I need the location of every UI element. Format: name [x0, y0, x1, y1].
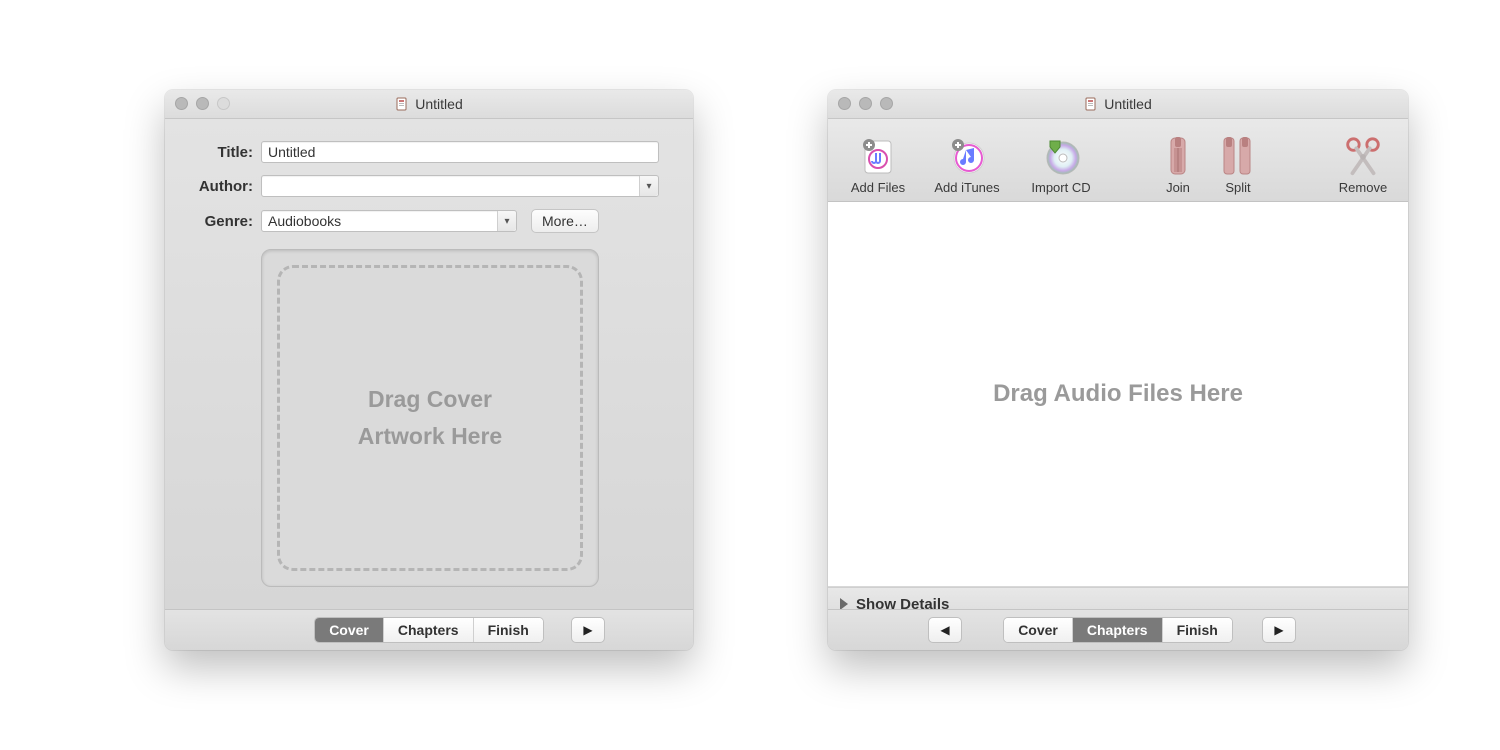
import-cd-icon: [1039, 134, 1083, 178]
genre-label: Genre:: [165, 213, 253, 230]
window-title: Untitled: [1104, 96, 1151, 112]
split-button[interactable]: Split: [1208, 134, 1268, 195]
add-itunes-icon: [945, 134, 989, 178]
toolbar: Add Files Add iTunes: [828, 119, 1408, 202]
next-button[interactable]: ▶: [1262, 617, 1296, 643]
tab-chapters[interactable]: Chapters: [384, 618, 474, 642]
audio-files-dropzone[interactable]: Drag Audio Files Here: [828, 202, 1408, 587]
next-button[interactable]: ▶: [571, 617, 605, 643]
step-tabs: Cover Chapters Finish: [1003, 617, 1233, 643]
tab-finish[interactable]: Finish: [474, 618, 543, 642]
toolbar-label: Add iTunes: [934, 180, 999, 195]
minimize-icon[interactable]: [859, 97, 872, 110]
document-icon: [395, 97, 409, 111]
cover-artwork-dropzone[interactable]: Drag Cover Artwork Here: [261, 249, 599, 587]
close-icon[interactable]: [175, 97, 188, 110]
import-cd-button[interactable]: Import CD: [1014, 134, 1108, 195]
step-tabs: Cover Chapters Finish: [314, 617, 544, 643]
remove-button[interactable]: Remove: [1326, 134, 1400, 195]
audiobook-cover-window: Untitled Title: Author: ▾ Genre: ▾: [165, 90, 693, 650]
author-field[interactable]: [261, 175, 659, 197]
cover-artwork-prompt: Drag Cover Artwork Here: [277, 265, 583, 571]
zoom-icon[interactable]: [880, 97, 893, 110]
window-title: Untitled: [415, 96, 462, 112]
join-icon: [1156, 134, 1200, 178]
audio-drop-prompt: Drag Audio Files Here: [993, 380, 1243, 408]
title-label: Title:: [165, 144, 253, 161]
close-icon[interactable]: [838, 97, 851, 110]
genre-dropdown-icon[interactable]: ▾: [497, 211, 516, 231]
title-field[interactable]: [261, 141, 659, 163]
join-button[interactable]: Join: [1148, 134, 1208, 195]
toolbar-label: Remove: [1339, 180, 1387, 195]
add-files-icon: [856, 134, 900, 178]
toolbar-label: Import CD: [1031, 180, 1090, 195]
author-label: Author:: [165, 178, 253, 195]
add-files-button[interactable]: Add Files: [836, 134, 920, 195]
toolbar-label: Add Files: [851, 180, 905, 195]
add-itunes-button[interactable]: Add iTunes: [920, 134, 1014, 195]
minimize-icon[interactable]: [196, 97, 209, 110]
titlebar[interactable]: Untitled: [828, 90, 1408, 119]
author-dropdown-icon[interactable]: ▾: [639, 176, 658, 196]
tab-chapters[interactable]: Chapters: [1073, 618, 1163, 642]
tab-cover[interactable]: Cover: [1004, 618, 1073, 642]
tab-finish[interactable]: Finish: [1163, 618, 1232, 642]
toolbar-label: Join: [1166, 180, 1190, 195]
toolbar-label: Split: [1225, 180, 1250, 195]
prev-button[interactable]: ◀: [928, 617, 962, 643]
zoom-icon[interactable]: [217, 97, 230, 110]
more-button[interactable]: More…: [531, 209, 599, 233]
document-icon: [1084, 97, 1098, 111]
split-icon: [1216, 134, 1260, 178]
titlebar[interactable]: Untitled: [165, 90, 693, 119]
audiobook-chapters-window: Untitled Add Files: [828, 90, 1408, 650]
tab-cover[interactable]: Cover: [315, 618, 384, 642]
genre-field[interactable]: [261, 210, 517, 232]
remove-icon: [1341, 134, 1385, 178]
